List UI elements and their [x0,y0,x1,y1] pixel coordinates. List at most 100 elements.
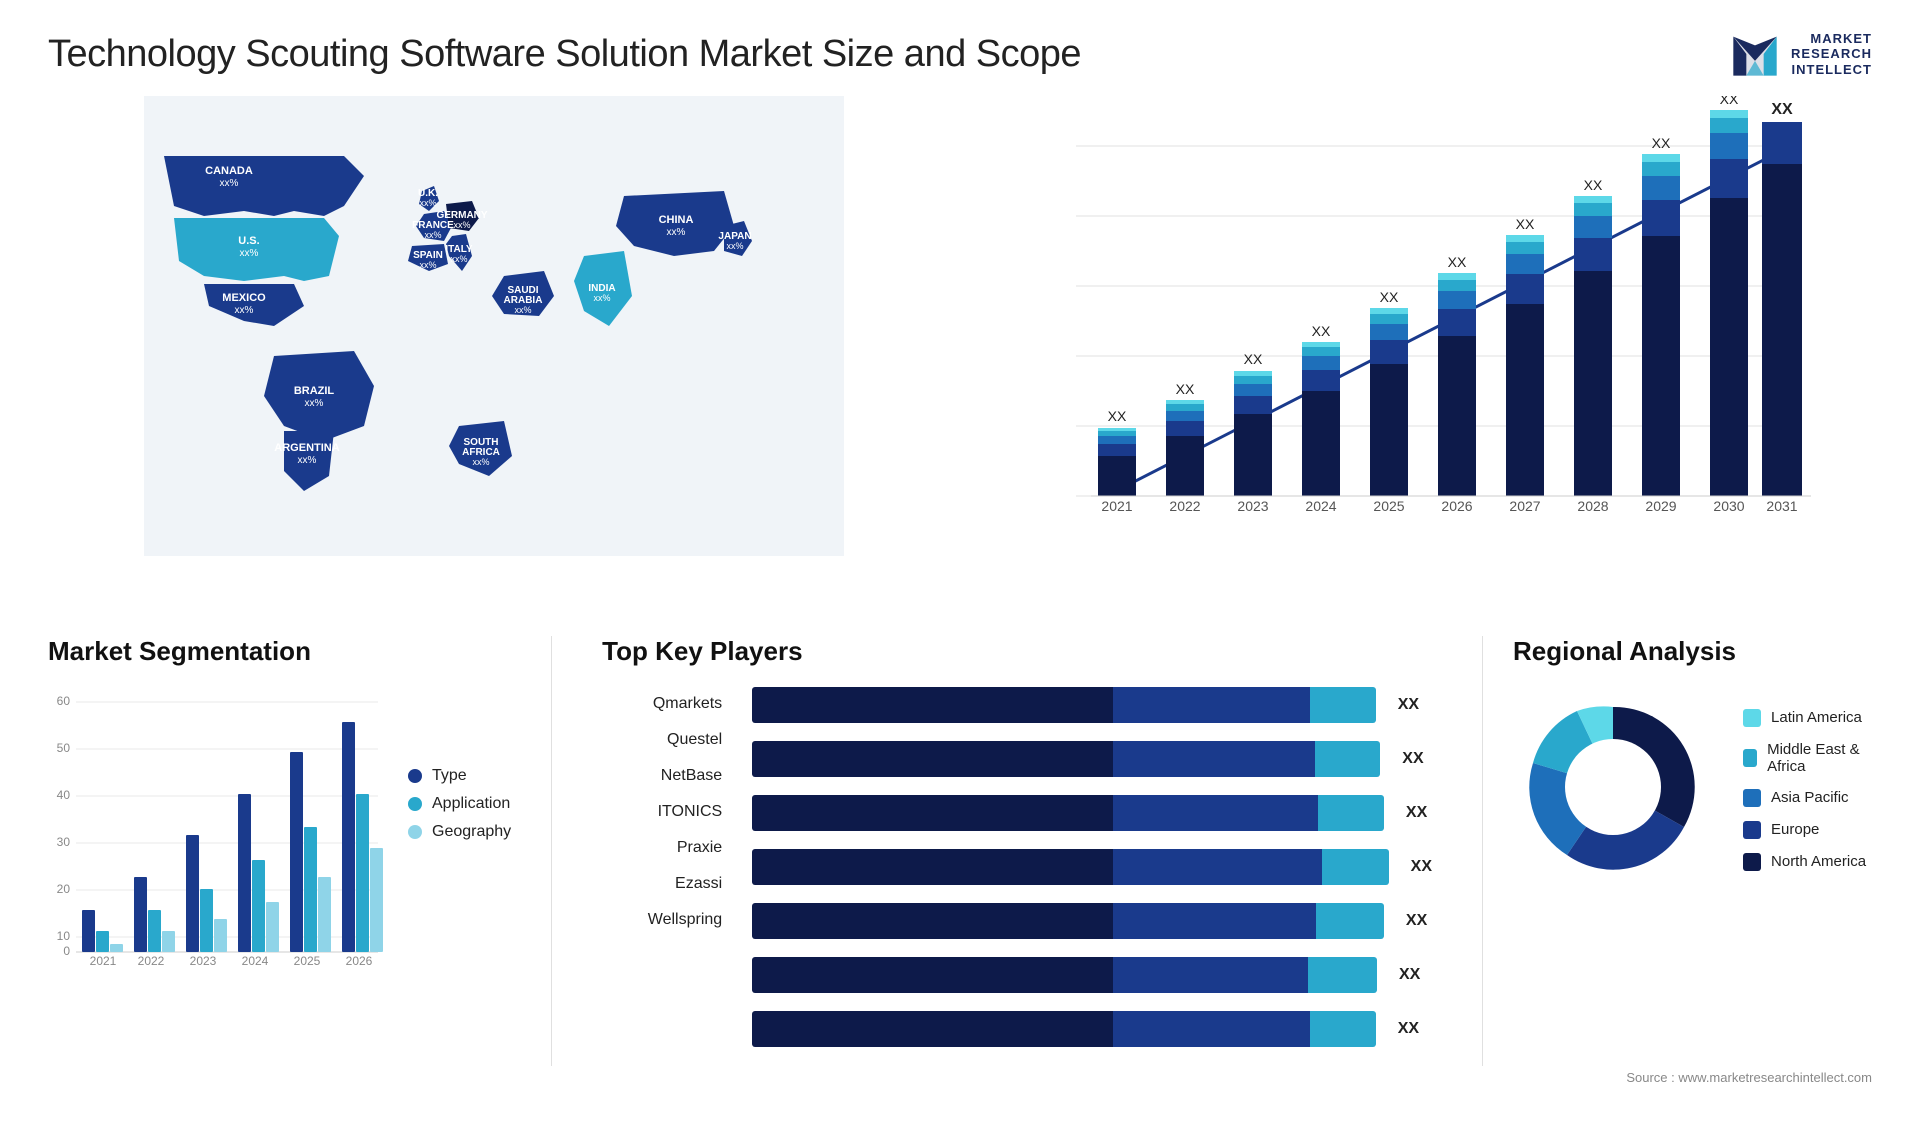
player-name-3: ITONICS [602,803,722,821]
svg-text:2031: 2031 [1766,498,1797,514]
divider-1 [551,636,552,1066]
player-bar-track-6 [752,1011,1376,1047]
main-content: CANADA xx% U.S. xx% MEXICO xx% BRAZIL xx… [0,96,1920,1066]
svg-text:2021: 2021 [90,954,117,967]
bar-seg-2-2 [1318,795,1384,831]
svg-text:XX: XX [1108,408,1127,424]
svg-text:60: 60 [57,694,71,708]
svg-text:xx%: xx% [514,305,531,315]
svg-text:xx%: xx% [235,305,254,316]
player-bars: XX XX XX XX XX XX XX [752,687,1432,1047]
player-bar-track-5 [752,957,1377,993]
regional-legend-color-3 [1743,821,1761,839]
player-value-1: XX [1402,750,1423,768]
svg-text:2022: 2022 [1169,498,1200,514]
bar-seg-4-2 [1316,903,1384,939]
regional-legend-item-3: Europe [1743,821,1872,839]
bar-seg-4-0 [752,903,1113,939]
regional-legend-label-0: Latin America [1771,709,1862,726]
page-title: Technology Scouting Software Solution Ma… [48,33,1081,76]
svg-text:2023: 2023 [190,954,217,967]
canada-region [164,156,364,216]
player-bar-row-5: XX [752,957,1432,993]
argentina-label: ARGENTINA [274,442,339,454]
regional-legend-color-2 [1743,789,1761,807]
svg-text:XX: XX [1312,323,1331,339]
regional-legend-item-0: Latin America [1743,709,1872,727]
logo-line3: INTELLECT [1791,62,1872,78]
svg-text:XX: XX [1516,216,1535,232]
key-players-section: Top Key Players QmarketsQuestelNetBaseIT… [562,636,1472,1047]
svg-text:2023: 2023 [1237,498,1268,514]
regional-legend-color-1 [1743,749,1757,767]
logo-line2: RESEARCH [1791,46,1872,62]
svg-text:XX: XX [1652,135,1671,151]
svg-text:2025: 2025 [1373,498,1404,514]
svg-text:20: 20 [57,882,71,896]
player-bar-track-3 [752,849,1389,885]
player-bar-row-2: XX [752,795,1432,831]
player-name-4: Praxie [602,839,722,857]
china-label: CHINA [659,214,694,226]
bar-2021-na [1098,456,1136,496]
bar-seg-0-1 [1113,687,1310,723]
app-color [408,797,422,811]
player-bar-row-3: XX [752,849,1432,885]
player-list: QmarketsQuestelNetBaseITONICSPraxieEzass… [602,687,1432,1047]
svg-text:2029: 2029 [1645,498,1676,514]
brazil-label: BRAZIL [294,385,335,397]
svg-text:XX: XX [1720,96,1739,107]
svg-text:xx%: xx% [726,241,743,251]
regional-legend-label-3: Europe [1771,821,1819,838]
svg-text:50: 50 [57,741,71,755]
mexico-label: MEXICO [222,292,266,304]
us-label: U.S. [238,235,259,247]
player-names: QmarketsQuestelNetBaseITONICSPraxieEzass… [602,687,722,929]
trend-chart-section: XX 2021 XX 2022 XX 2023 [980,96,1872,626]
svg-text:2022: 2022 [138,954,165,967]
bar-seg-5-2 [1308,957,1377,993]
svg-text:xx%: xx% [667,227,686,238]
player-name-5: Ezassi [602,875,722,893]
bar-seg-2-1 [1113,795,1318,831]
donut-container: Latin AmericaMiddle East & AfricaAsia Pa… [1513,687,1872,892]
header: Technology Scouting Software Solution Ma… [0,0,1920,96]
svg-text:xx%: xx% [453,220,470,230]
svg-text:xx%: xx% [305,398,324,409]
logo: MARKET RESEARCH INTELLECT [1729,28,1872,80]
svg-text:2026: 2026 [346,954,373,967]
player-bar-row-0: XX [752,687,1432,723]
seg-legend-app: Application [408,795,511,813]
svg-text:2021: 2021 [1101,498,1132,514]
svg-text:2030: 2030 [1713,498,1744,514]
bottom-row: Market Segmentation 60 50 40 30 20 10 0 [48,636,1872,1066]
svg-text:2024: 2024 [242,954,269,967]
svg-text:XX: XX [1380,289,1399,305]
player-name-2: NetBase [602,767,722,785]
seg-legend-geo: Geography [408,823,511,841]
bar-seg-6-2 [1310,1011,1376,1047]
svg-text:XX: XX [1448,254,1467,270]
regional-legend-label-1: Middle East & Africa [1767,741,1872,775]
bar-seg-1-0 [752,741,1113,777]
regional-legend-item-1: Middle East & Africa [1743,741,1872,775]
player-value-2: XX [1406,804,1427,822]
svg-text:0: 0 [63,944,70,958]
svg-text:xx%: xx% [593,293,610,303]
svg-text:XX: XX [1771,101,1793,118]
player-value-6: XX [1398,1020,1419,1038]
svg-text:10: 10 [57,929,71,943]
svg-text:XX: XX [1176,381,1195,397]
segmentation-chart: 60 50 40 30 20 10 0 [48,687,388,967]
svg-text:2024: 2024 [1305,498,1336,514]
player-bar-track-1 [752,741,1380,777]
bar-seg-5-0 [752,957,1113,993]
player-bar-track-2 [752,795,1384,831]
regional-legend-label-4: North America [1771,853,1866,870]
regional-legend-color-4 [1743,853,1761,871]
svg-text:xx%: xx% [472,457,489,467]
bar-seg-2-0 [752,795,1113,831]
player-bar-row-4: XX [752,903,1432,939]
svg-text:xx%: xx% [450,254,467,264]
bar-seg-6-0 [752,1011,1113,1047]
